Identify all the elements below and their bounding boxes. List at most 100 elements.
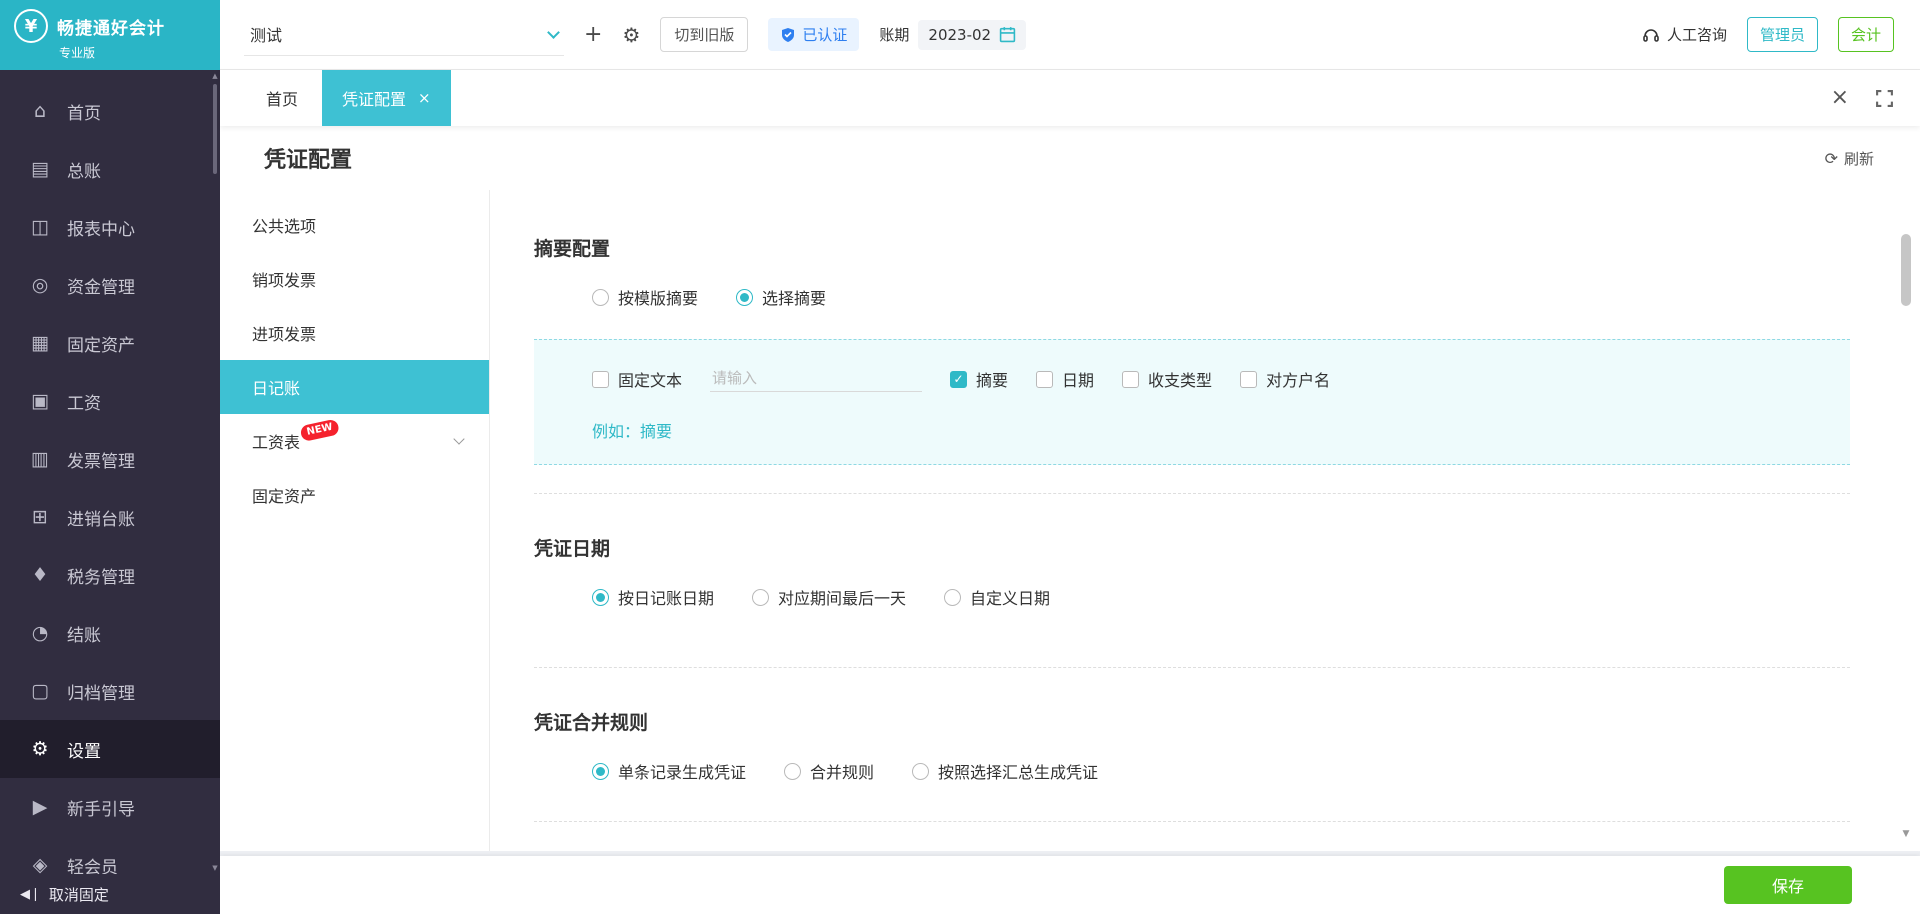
ledger-icon: ▤ bbox=[28, 158, 52, 180]
sidebar-item-label: 总账 bbox=[67, 157, 101, 182]
config-content: 摘要配置 按模版摘要 选择摘要 bbox=[490, 190, 1920, 851]
period-picker[interactable]: 2023-02 bbox=[918, 20, 1026, 50]
radio-journal-date[interactable]: 按日记账日期 bbox=[592, 585, 714, 609]
sidebar-item-fixed-assets[interactable]: ▦ 固定资产 bbox=[0, 314, 220, 372]
radio-period-last-day[interactable]: 对应期间最后一天 bbox=[752, 585, 906, 609]
funds-icon: ◎ bbox=[28, 274, 52, 296]
sidebar-item-report-center[interactable]: ◫ 报表中心 bbox=[0, 198, 220, 256]
sidebar-item-general-ledger[interactable]: ▤ 总账 bbox=[0, 140, 220, 198]
sidebar-item-purchase-sales[interactable]: ⊞ 进销台账 bbox=[0, 488, 220, 546]
sidebar-item-salary[interactable]: ▣ 工资 bbox=[0, 372, 220, 430]
company-selector[interactable]: 测试 bbox=[244, 13, 564, 56]
scroll-down-icon[interactable]: ▼ bbox=[1900, 829, 1912, 839]
save-button[interactable]: 保存 bbox=[1724, 866, 1852, 904]
checkbox-income-expense-type[interactable]: 收支类型 bbox=[1122, 367, 1212, 391]
radio-custom-date[interactable]: 自定义日期 bbox=[944, 585, 1050, 609]
subnav-item-journal[interactable]: 日记账 bbox=[220, 360, 489, 414]
page-header: 凭证配置 ⟳ 刷新 bbox=[220, 126, 1920, 190]
radio-label: 按照选择汇总生成凭证 bbox=[938, 759, 1098, 783]
add-account-set-button[interactable]: + bbox=[584, 24, 602, 46]
main-area: 测试 + ⚙ 切到旧版 已认证 账期 2023-02 bbox=[220, 0, 1920, 914]
voucher-config-page: 凭证配置 ⟳ 刷新 公共选项 销项发票 进项发票 bbox=[220, 126, 1920, 851]
subnav-label: 固定资产 bbox=[252, 483, 316, 507]
checkbox-date[interactable]: 日期 bbox=[1036, 367, 1094, 391]
radio-icon bbox=[752, 589, 769, 606]
subnav-item-purchase-invoice[interactable]: 进项发票 bbox=[220, 306, 489, 360]
radio-label: 按日记账日期 bbox=[618, 585, 714, 609]
refresh-icon: ⟳ bbox=[1825, 149, 1838, 168]
sidebar-item-beginner-guide[interactable]: ▶ 新手引导 bbox=[0, 778, 220, 836]
sidebar-item-label: 归档管理 bbox=[67, 679, 135, 704]
radio-label: 选择摘要 bbox=[762, 285, 826, 309]
radio-icon bbox=[912, 763, 929, 780]
sidebar-item-settings[interactable]: ⚙ 设置 bbox=[0, 720, 220, 778]
sidebar-item-label: 固定资产 bbox=[67, 331, 135, 356]
home-icon: ⌂ bbox=[28, 100, 52, 122]
subnav-label: 进项发票 bbox=[252, 321, 316, 345]
sidebar-item-label: 设置 bbox=[67, 737, 101, 762]
sidebar: ¥ 畅捷通好会计 专业版 ⌂ 首页 ▤ 总账 ◫ 报表中心 ◎ 资金管理 bbox=[0, 0, 220, 914]
checkbox-fixed-text[interactable]: 固定文本 bbox=[592, 367, 682, 391]
radio-label: 按模版摘要 bbox=[618, 285, 698, 309]
tab-voucher-config[interactable]: 凭证配置 × bbox=[322, 70, 451, 126]
sidebar-item-funds[interactable]: ◎ 资金管理 bbox=[0, 256, 220, 314]
summary-options-row: 固定文本 摘要 日期 bbox=[592, 366, 1850, 392]
tab-home[interactable]: 首页 bbox=[242, 70, 322, 126]
merge-rule-radios: 单条记录生成凭证 合并规则 按照选择汇总生成凭证 bbox=[534, 759, 1850, 783]
page-title: 凭证配置 bbox=[264, 142, 352, 174]
tab-label: 首页 bbox=[266, 86, 298, 110]
pin-toggle-label: 取消固定 bbox=[49, 884, 109, 905]
subnav-item-sales-invoice[interactable]: 销项发票 bbox=[220, 252, 489, 306]
sidebar-item-tax-mgmt[interactable]: ♦ 税务管理 bbox=[0, 546, 220, 604]
sidebar-item-label: 发票管理 bbox=[67, 447, 135, 472]
radio-merge-rule[interactable]: 合并规则 bbox=[784, 759, 874, 783]
scrollbar-thumb[interactable] bbox=[1901, 234, 1911, 306]
app-edition-label: 专业版 bbox=[59, 44, 206, 61]
checkbox-summary[interactable]: 摘要 bbox=[950, 367, 1008, 391]
refresh-button[interactable]: ⟳ 刷新 bbox=[1825, 148, 1874, 169]
radio-select-summary[interactable]: 选择摘要 bbox=[736, 285, 826, 309]
voucher-date-section-title: 凭证日期 bbox=[534, 534, 1850, 561]
radio-single-record[interactable]: 单条记录生成凭证 bbox=[592, 759, 746, 783]
chevron-down-icon bbox=[547, 26, 560, 39]
radio-summary-by-selection[interactable]: 按照选择汇总生成凭证 bbox=[912, 759, 1098, 783]
sidebar-scrollbar[interactable]: ▲ ▼ bbox=[211, 72, 219, 872]
scrollbar-thumb[interactable] bbox=[213, 84, 217, 174]
app-logo-icon: ¥ bbox=[14, 9, 48, 43]
fixed-text-input[interactable] bbox=[710, 366, 922, 392]
admin-button[interactable]: 管理员 bbox=[1747, 17, 1818, 52]
checkbox-label: 对方户名 bbox=[1266, 367, 1330, 391]
radio-template-summary[interactable]: 按模版摘要 bbox=[592, 285, 698, 309]
sidebar-item-closing[interactable]: ◔ 结账 bbox=[0, 604, 220, 662]
checkbox-label: 日期 bbox=[1062, 367, 1094, 391]
sidebar-item-label: 报表中心 bbox=[67, 215, 135, 240]
tab-close-icon[interactable]: × bbox=[418, 91, 431, 106]
sidebar-item-home[interactable]: ⌂ 首页 bbox=[0, 82, 220, 140]
checkbox-icon bbox=[1122, 371, 1139, 388]
subnav-item-fixed-assets[interactable]: 固定资产 bbox=[220, 468, 489, 522]
headset-icon bbox=[1642, 26, 1660, 44]
support-link[interactable]: 人工咨询 bbox=[1642, 24, 1727, 45]
voucher-date-radios: 按日记账日期 对应期间最后一天 自定义日期 bbox=[534, 585, 1850, 609]
radio-icon bbox=[592, 289, 609, 306]
collapse-pin-icon: ◀❘ bbox=[20, 887, 41, 902]
sidebar-pin-toggle[interactable]: ◀❘ 取消固定 bbox=[0, 874, 220, 914]
close-tab-icon[interactable]: × bbox=[1831, 87, 1849, 109]
sidebar-item-archive[interactable]: ▢ 归档管理 bbox=[0, 662, 220, 720]
content-scrollbar[interactable]: ▼ bbox=[1900, 196, 1912, 839]
scroll-down-icon[interactable]: ▼ bbox=[211, 864, 219, 872]
fullscreen-icon[interactable] bbox=[1875, 89, 1894, 108]
switch-to-old-version-button[interactable]: 切到旧版 bbox=[660, 17, 748, 52]
period-value: 2023-02 bbox=[928, 26, 991, 44]
checkbox-label: 固定文本 bbox=[618, 367, 682, 391]
sidebar-item-invoice-mgmt[interactable]: ▥ 发票管理 bbox=[0, 430, 220, 488]
radio-label: 合并规则 bbox=[810, 759, 874, 783]
checkbox-counterparty-account[interactable]: 对方户名 bbox=[1240, 367, 1330, 391]
certified-badge[interactable]: 已认证 bbox=[768, 18, 859, 51]
subnav-item-common-options[interactable]: 公共选项 bbox=[220, 198, 489, 252]
scroll-up-icon[interactable]: ▲ bbox=[211, 72, 219, 80]
summary-mode-radios: 按模版摘要 选择摘要 bbox=[534, 285, 1850, 309]
role-accountant-button[interactable]: 会计 bbox=[1838, 17, 1894, 52]
gear-icon[interactable]: ⚙ bbox=[622, 25, 640, 45]
subnav-item-salary-sheet[interactable]: 工资表 NEW bbox=[220, 414, 489, 468]
